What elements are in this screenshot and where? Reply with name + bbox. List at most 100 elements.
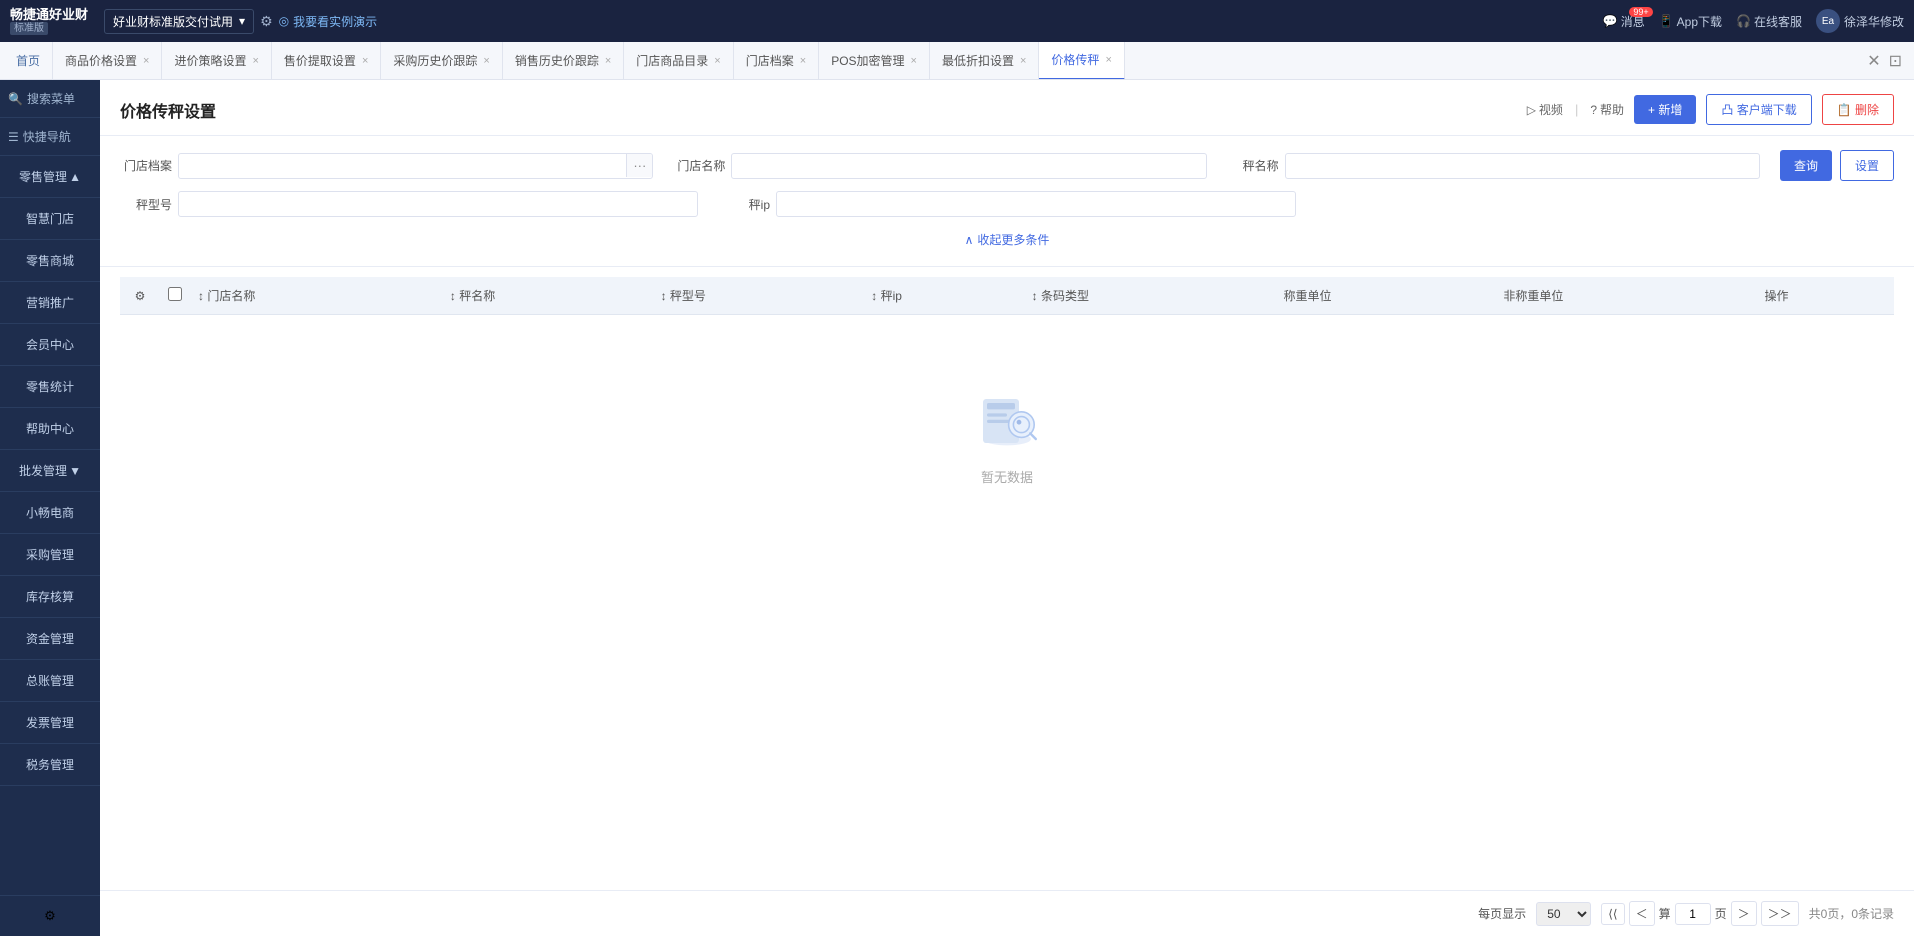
sidebar-item-member[interactable]: 会员中心 bbox=[0, 324, 100, 366]
sidebar-item-marketing[interactable]: 营销推广 bbox=[0, 282, 100, 324]
tab-purchase-strategy[interactable]: 进价策略设置 × bbox=[162, 42, 271, 80]
close-icon[interactable]: × bbox=[483, 55, 489, 67]
sidebar-item-marketing-label: 营销推广 bbox=[26, 296, 74, 310]
tab-min-discount[interactable]: 最低折扣设置 × bbox=[930, 42, 1039, 80]
edition-select[interactable]: 好业财标准版交付试用 ▾ bbox=[104, 9, 254, 34]
scale-model-input[interactable] bbox=[178, 191, 698, 217]
th-weight-unit-label: 称重单位 bbox=[1284, 289, 1332, 303]
close-icon[interactable]: × bbox=[1020, 55, 1026, 67]
sidebar-settings[interactable]: ⚙ bbox=[0, 895, 100, 936]
per-page-label: 每页显示 bbox=[1478, 905, 1526, 922]
app-download-label: App下载 bbox=[1677, 13, 1722, 30]
sidebar-item-ecommerce-label: 小畅电商 bbox=[26, 506, 74, 520]
sidebar-item-finance-label: 资金管理 bbox=[26, 632, 74, 646]
demo-link[interactable]: ◎ 我要看实例演示 bbox=[279, 13, 378, 30]
close-icon[interactable]: × bbox=[605, 55, 611, 67]
next-page-button[interactable]: ＞ bbox=[1731, 901, 1757, 926]
add-button[interactable]: + 新增 bbox=[1634, 95, 1696, 124]
help-link[interactable]: ? 帮助 bbox=[1590, 101, 1624, 118]
nav-tabs-bar: 首页 商品价格设置 × 进价策略设置 × 售价提取设置 × 采购历史价跟踪 × … bbox=[0, 42, 1914, 80]
video-link[interactable]: ▷ 视频 bbox=[1527, 101, 1563, 118]
sidebar-item-stock[interactable]: 库存核算 bbox=[0, 576, 100, 618]
sidebar-item-invoice[interactable]: 发票管理 bbox=[0, 702, 100, 744]
page-input[interactable] bbox=[1675, 903, 1711, 925]
field-scale-name-label: 秤名称 bbox=[1227, 157, 1279, 174]
avatar: Ea bbox=[1816, 9, 1840, 33]
download-client-button[interactable]: 凸 客户端下载 bbox=[1706, 94, 1811, 125]
tab-close-button[interactable]: ✕ bbox=[1867, 51, 1880, 71]
first-page-button[interactable]: ⟨⟨ bbox=[1601, 903, 1624, 925]
tab-price-scale[interactable]: 价格传秤 × bbox=[1039, 42, 1124, 80]
tab-store-catalog[interactable]: 门店商品目录 × bbox=[624, 42, 733, 80]
tab-sale-history[interactable]: 销售历史价跟踪 × bbox=[503, 42, 624, 80]
sidebar-item-tax[interactable]: 税务管理 bbox=[0, 744, 100, 786]
tab-sale-extract[interactable]: 售价提取设置 × bbox=[272, 42, 381, 80]
close-icon[interactable]: × bbox=[362, 55, 368, 67]
top-bar-left: 畅捷通好业财 标准版 好业财标准版交付试用 ▾ ⚙ ◎ 我要看实例演示 bbox=[10, 7, 377, 36]
data-table: ⚙ ↕ 门店名称 ↕ 秤名称 ↕ 秤型号 bbox=[120, 277, 1894, 315]
app-download-button[interactable]: 📱 App下载 bbox=[1659, 13, 1722, 30]
table-container: ⚙ ↕ 门店名称 ↕ 秤名称 ↕ 秤型号 bbox=[100, 267, 1914, 890]
sidebar-item-retail-stats[interactable]: 零售统计 bbox=[0, 366, 100, 408]
prev-page-button[interactable]: ＜ bbox=[1629, 901, 1655, 926]
eye-icon: ◎ bbox=[279, 14, 289, 28]
help-icon: ? bbox=[1590, 103, 1597, 117]
main-layout: 🔍 搜索菜单 ☰ 快捷导航 零售管理 ▲ 智慧门店 零售商城 营销推广 会员中心… bbox=[0, 80, 1914, 936]
ellipsis-button[interactable]: ··· bbox=[626, 154, 652, 177]
tab-product-price[interactable]: 商品价格设置 × bbox=[53, 42, 162, 80]
sidebar-item-ecommerce[interactable]: 小畅电商 bbox=[0, 492, 100, 534]
version-badge: 标准版 bbox=[10, 22, 48, 35]
online-service-button[interactable]: 🎧 在线客服 bbox=[1736, 13, 1802, 30]
sidebar-item-help[interactable]: 帮助中心 bbox=[0, 408, 100, 450]
gear-icon[interactable]: ⚙ bbox=[135, 289, 146, 303]
tab-pos[interactable]: POS加密管理 × bbox=[819, 42, 930, 80]
scale-ip-input[interactable] bbox=[776, 191, 1296, 217]
empty-text: 暂无数据 bbox=[981, 467, 1033, 486]
sidebar-item-smart-store[interactable]: 智慧门店 bbox=[0, 198, 100, 240]
tab-store-file[interactable]: 门店档案 × bbox=[734, 42, 819, 80]
close-icon[interactable]: × bbox=[714, 55, 720, 67]
close-icon[interactable]: × bbox=[143, 55, 149, 67]
user-info[interactable]: Ea 徐泽华修改 bbox=[1816, 9, 1904, 33]
sidebar-item-retail-mgmt[interactable]: 零售管理 ▲ bbox=[0, 156, 100, 198]
close-icon[interactable]: × bbox=[252, 55, 258, 67]
th-action: 操作 bbox=[1756, 277, 1894, 315]
store-name-input[interactable] bbox=[731, 153, 1206, 179]
tab-purchase-history[interactable]: 采购历史价跟踪 × bbox=[381, 42, 502, 80]
message-button[interactable]: 💬 消息 99+ bbox=[1603, 13, 1645, 30]
sidebar-item-retail-stats-label: 零售统计 bbox=[26, 380, 74, 394]
play-icon: ▷ bbox=[1527, 103, 1536, 117]
gear-button[interactable]: ⚙ bbox=[260, 13, 273, 30]
tab-store-file-label: 门店档案 bbox=[746, 52, 794, 69]
collapse-up-icon: ∧ bbox=[965, 233, 974, 247]
sidebar-quick-nav[interactable]: ☰ 快捷导航 bbox=[0, 118, 100, 156]
sidebar-item-purchase[interactable]: 采购管理 bbox=[0, 534, 100, 576]
empty-icon bbox=[967, 375, 1047, 455]
sidebar-item-retail-mall[interactable]: 零售商城 bbox=[0, 240, 100, 282]
last-page-button[interactable]: ＞＞ bbox=[1761, 901, 1799, 926]
avatar-text: Ea bbox=[1822, 16, 1834, 27]
tab-pos-label: POS加密管理 bbox=[831, 52, 904, 69]
online-service-label: 在线客服 bbox=[1754, 13, 1802, 30]
th-weight-unit: 称重单位 bbox=[1276, 277, 1496, 315]
app-logo: 畅捷通好业财 标准版 bbox=[10, 7, 88, 36]
sidebar-item-wholesale[interactable]: 批发管理 ▼ bbox=[0, 450, 100, 492]
close-icon[interactable]: × bbox=[800, 55, 806, 67]
tab-home[interactable]: 首页 bbox=[4, 42, 53, 80]
close-icon[interactable]: × bbox=[1105, 54, 1111, 66]
delete-button[interactable]: 📋 删除 bbox=[1822, 94, 1894, 125]
form-row-1: 门店档案 ··· 门店名称 秤名称 查询 设置 bbox=[120, 150, 1894, 181]
close-icon[interactable]: × bbox=[911, 55, 917, 67]
store-file-input[interactable] bbox=[179, 154, 626, 178]
sidebar-search[interactable]: 🔍 搜索菜单 bbox=[0, 80, 100, 118]
sidebar-item-general-ledger[interactable]: 总账管理 bbox=[0, 660, 100, 702]
query-button[interactable]: 查询 bbox=[1780, 150, 1832, 181]
sidebar-item-finance[interactable]: 资金管理 bbox=[0, 618, 100, 660]
tab-expand-button[interactable]: ⊡ bbox=[1889, 51, 1902, 71]
scale-name-input[interactable] bbox=[1285, 153, 1760, 179]
arrow-down-icon: ▼ bbox=[69, 464, 81, 478]
set-button[interactable]: 设置 bbox=[1840, 150, 1894, 181]
per-page-select[interactable]: 50 10 20 100 bbox=[1536, 902, 1591, 926]
select-all-checkbox[interactable] bbox=[168, 287, 182, 301]
collapse-bar[interactable]: ∧ 收起更多条件 bbox=[120, 227, 1894, 252]
